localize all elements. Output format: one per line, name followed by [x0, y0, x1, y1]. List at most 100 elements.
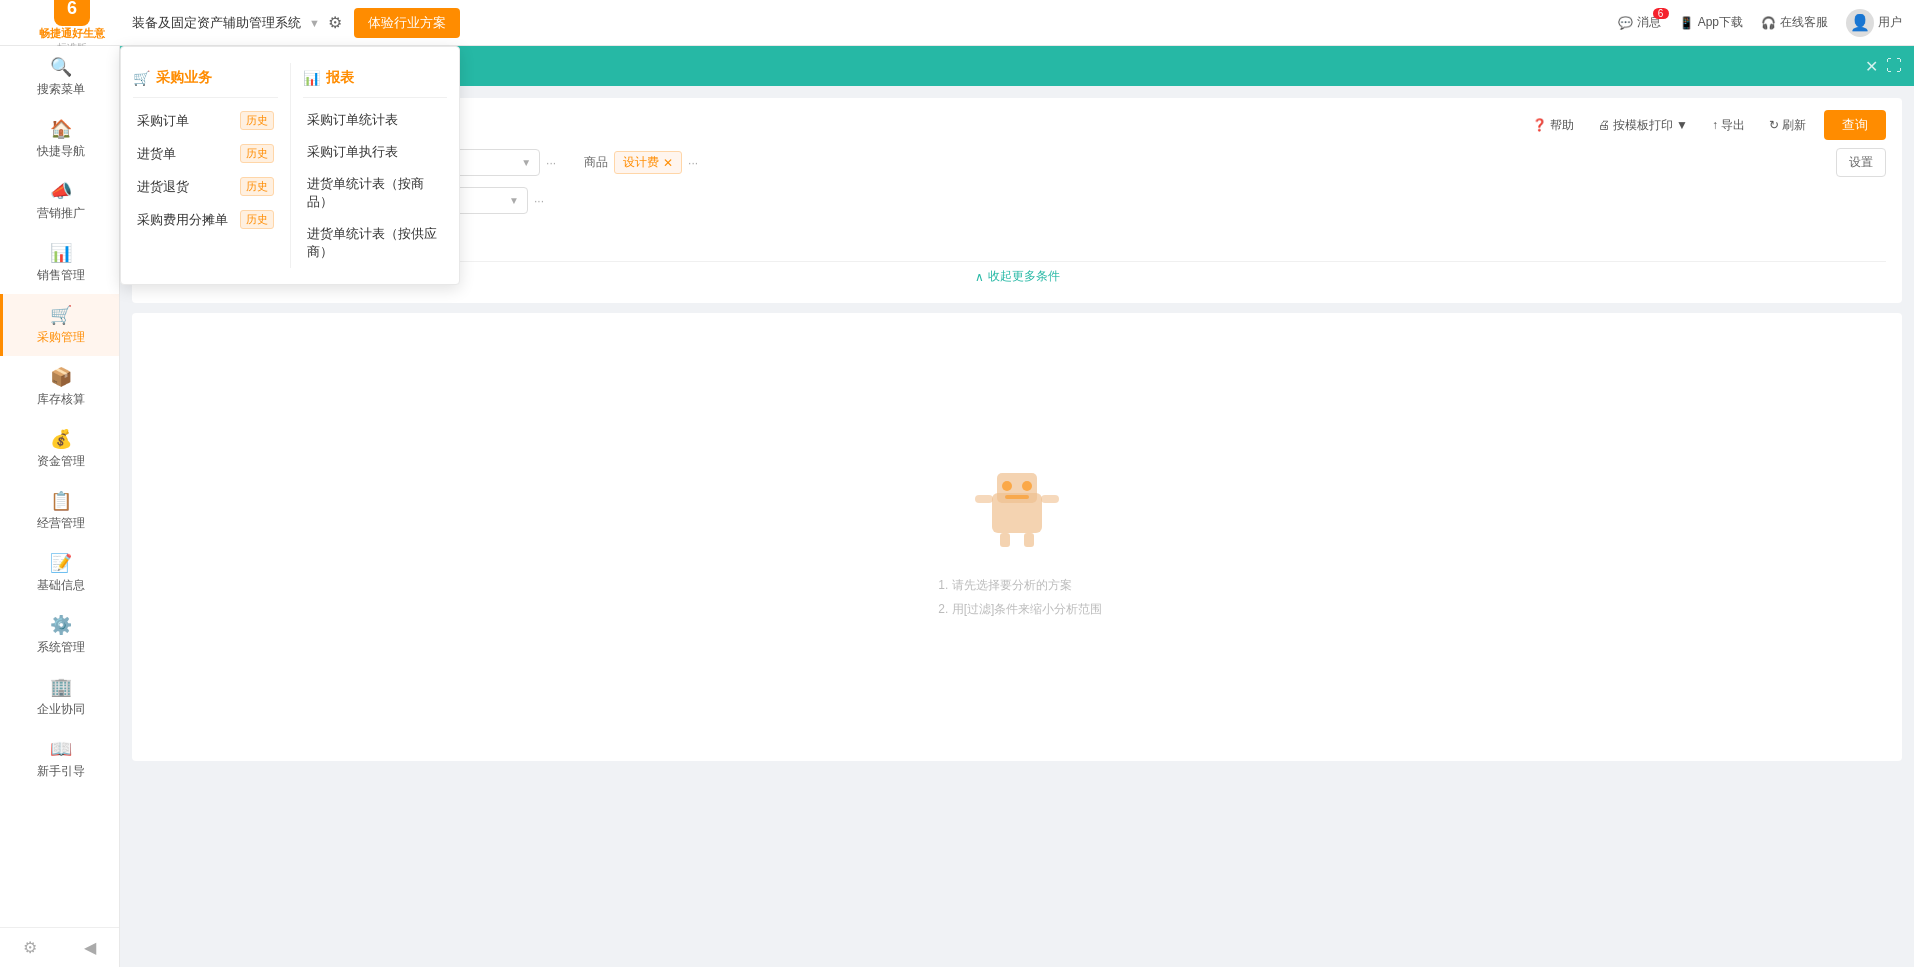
cart-icon: 🛒: [50, 304, 72, 326]
message-badge: 6: [1653, 8, 1669, 19]
print-arrow-icon: ▼: [1676, 118, 1688, 132]
gear-icon: ⚙️: [50, 614, 72, 636]
tab-right-actions: ✕ ⛶: [1865, 57, 1914, 76]
purchase-col-icon: 🛒: [133, 70, 150, 86]
clipboard-icon: 📋: [50, 490, 72, 512]
topbar: 6 畅捷通好生意 标准版 装备及固定资产辅助管理系统 ▼ ⚙ 体验行业方案 💬 …: [0, 0, 1914, 46]
empty-hint-2: 用[过滤]条件来缩小分析范围: [952, 597, 1103, 621]
hist-badge-1: 历史: [240, 144, 274, 163]
svg-rect-6: [1024, 533, 1034, 547]
tab-close-page-icon[interactable]: ✕: [1865, 57, 1878, 76]
search-icon: 🔍: [50, 56, 72, 78]
empty-hints: 请先选择要分析的方案 用[过滤]条件来缩小分析范围: [932, 573, 1103, 621]
empty-hint-1: 请先选择要分析的方案: [952, 573, 1103, 597]
sidebar-item-purchase[interactable]: 🛒 采购管理: [0, 294, 119, 356]
home-icon: 🏠: [50, 118, 72, 140]
refresh-icon: ↻: [1769, 118, 1779, 132]
dropdown-item-inbound[interactable]: 进货单 历史: [133, 137, 278, 170]
sidebar-item-sales[interactable]: 📊 销售管理: [0, 232, 119, 294]
purchase-column: 🛒 采购业务 采购订单 历史 进货单 历史 进货退货 历史 采购费用分摊单 历史: [121, 63, 290, 268]
sidebar-bottom: ⚙ ◀: [0, 927, 119, 967]
dropdown-item-purchase-order[interactable]: 采购订单 历史: [133, 104, 278, 137]
goods-filter: 商品 设计费 ✕ ···: [584, 151, 698, 174]
dropdown-item-inbound-goods[interactable]: 进货单统计表（按商品）: [303, 168, 448, 218]
sidebar-item-search[interactable]: 🔍 搜索菜单: [0, 46, 119, 108]
status-arrow-icon: ▼: [521, 157, 531, 168]
goods-tags: 设计费 ✕: [614, 151, 682, 174]
svg-point-2: [1002, 481, 1012, 491]
svg-rect-7: [975, 495, 993, 503]
megaphone-icon: 📣: [50, 180, 72, 202]
system-title: 装备及固定资产辅助管理系统: [132, 14, 301, 32]
report-column: 📊 报表 采购订单统计表 采购订单执行表 进货单统计表（按商品） 进货单统计表（…: [290, 63, 460, 268]
sidebar-item-inventory[interactable]: 📦 库存核算: [0, 356, 119, 418]
dropdown-item-cost-alloc[interactable]: 采购费用分摊单 历史: [133, 203, 278, 236]
sidebar-item-marketing[interactable]: 📣 营销推广: [0, 170, 119, 232]
tab-fullscreen-icon[interactable]: ⛶: [1886, 57, 1902, 75]
phone-icon: 📱: [1679, 16, 1694, 30]
hist-badge-3: 历史: [240, 210, 274, 229]
message-btn[interactable]: 💬 消息 6: [1618, 14, 1661, 31]
export-icon: ↑: [1712, 118, 1718, 132]
empty-illustration: [967, 453, 1067, 553]
purchase-dropdown-menu: 🛒 采购业务 采购订单 历史 进货单 历史 进货退货 历史 采购费用分摊单 历史: [120, 46, 460, 285]
goods-ellipsis: ···: [688, 156, 698, 170]
sidebar: 🔍 搜索菜单 🏠 快捷导航 📣 营销推广 📊 销售管理 🛒 采购管理 📦 库存核…: [0, 46, 120, 967]
building-icon: 🏢: [50, 676, 72, 698]
salesperson-arrow-icon: ▼: [509, 195, 519, 206]
status-ellipsis: ···: [546, 156, 556, 170]
collapse-arrow-icon: ∧: [975, 270, 984, 284]
hist-badge-2: 历史: [240, 177, 274, 196]
app-download-btn[interactable]: 📱 App下载: [1679, 14, 1743, 31]
sidebar-item-fund[interactable]: 💰 资金管理: [0, 418, 119, 480]
dropdown-arrow-icon[interactable]: ▼: [309, 17, 320, 29]
goods-label: 商品: [584, 154, 608, 171]
svg-rect-5: [1000, 533, 1010, 547]
sidebar-item-quicknav[interactable]: 🏠 快捷导航: [0, 108, 119, 170]
dropdown-item-order-exec[interactable]: 采购订单执行表: [303, 136, 448, 168]
sidebar-item-guide[interactable]: 📖 新手引导: [0, 728, 119, 790]
query-btn[interactable]: 查询: [1824, 110, 1886, 140]
svg-point-3: [1022, 481, 1032, 491]
online-service-btn[interactable]: 🎧 在线客服: [1761, 14, 1828, 31]
export-btn[interactable]: ↑ 导出: [1706, 113, 1751, 138]
filter-settings: 设置: [1836, 148, 1886, 177]
report-col-icon: 📊: [303, 70, 320, 86]
settings-icon[interactable]: ⚙: [328, 13, 342, 32]
dropdown-item-order-stats[interactable]: 采购订单统计表: [303, 104, 448, 136]
message-icon: 💬: [1618, 16, 1633, 30]
dropdown-item-return[interactable]: 进货退货 历史: [133, 170, 278, 203]
industry-btn[interactable]: 体验行业方案: [354, 8, 460, 38]
topbar-right: 💬 消息 6 📱 App下载 🎧 在线客服 👤 用户: [1618, 9, 1902, 37]
sidebar-item-corp[interactable]: 🏢 企业协同: [0, 666, 119, 728]
settings-btn[interactable]: 设置: [1836, 148, 1886, 177]
dropdown-item-inbound-supplier[interactable]: 进货单统计表（按供应商）: [303, 218, 448, 268]
brand-name: 畅捷通好生意: [39, 26, 105, 41]
hist-badge-0: 历史: [240, 111, 274, 130]
svg-rect-8: [1041, 495, 1059, 503]
help-icon: ❓: [1532, 118, 1547, 132]
book-icon: 📖: [50, 738, 72, 760]
logo-icon: 6: [54, 0, 90, 26]
headset-icon: 🎧: [1761, 16, 1776, 30]
print-icon: 🖨: [1598, 118, 1610, 132]
print-template-btn[interactable]: 🖨 按模板打印 ▼: [1592, 113, 1694, 138]
user-btn[interactable]: 👤 用户: [1846, 9, 1902, 37]
sidebar-settings-icon[interactable]: ⚙: [23, 938, 37, 957]
purchase-col-header: 🛒 采购业务: [133, 63, 278, 98]
sidebar-item-operation[interactable]: 📋 经营管理: [0, 480, 119, 542]
report-col-header: 📊 报表: [303, 63, 448, 98]
empty-state: 请先选择要分析的方案 用[过滤]条件来缩小分析范围: [132, 373, 1902, 701]
sidebar-item-basic[interactable]: 📝 基础信息: [0, 542, 119, 604]
sidebar-collapse-icon[interactable]: ◀: [84, 938, 96, 957]
refresh-btn[interactable]: ↻ 刷新: [1763, 113, 1812, 138]
goods-tag-design: 设计费 ✕: [614, 151, 682, 174]
dropdown-columns: 🛒 采购业务 采购订单 历史 进货单 历史 进货退货 历史 采购费用分摊单 历史: [121, 55, 459, 276]
box-icon: 📦: [50, 366, 72, 388]
help-btn[interactable]: ❓ 帮助: [1526, 113, 1580, 138]
document-icon: 📝: [50, 552, 72, 574]
system-info: 装备及固定资产辅助管理系统 ▼ ⚙: [132, 13, 342, 32]
money-icon: 💰: [50, 428, 72, 450]
goods-tag-close-icon[interactable]: ✕: [663, 156, 673, 170]
sidebar-item-system[interactable]: ⚙️ 系统管理: [0, 604, 119, 666]
